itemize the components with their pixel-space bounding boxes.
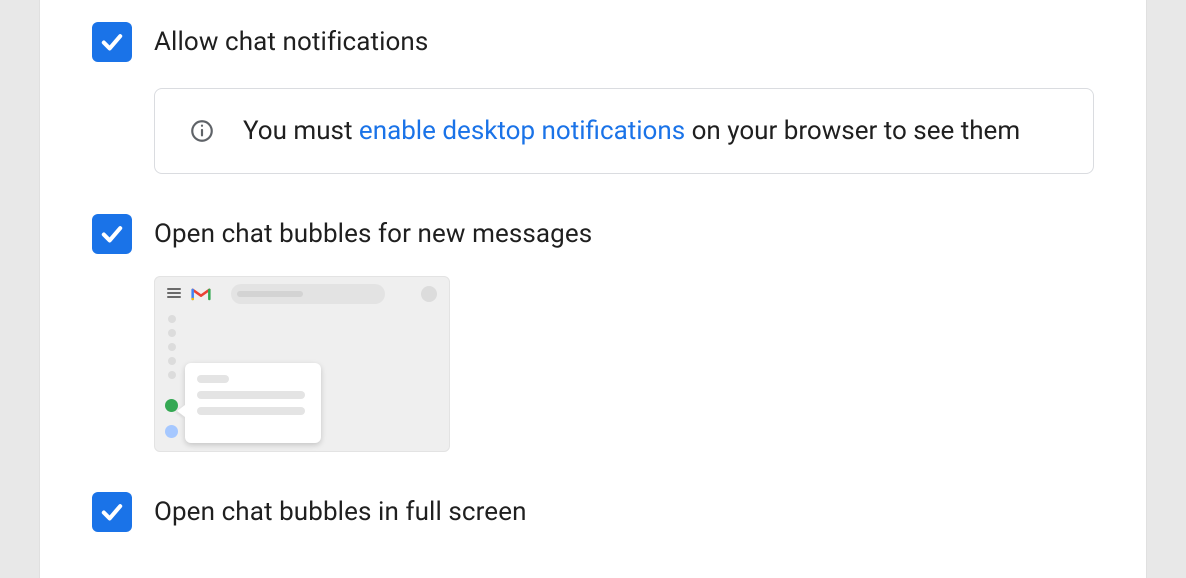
info-text-suffix: on your browser to see them xyxy=(685,116,1020,146)
check-icon xyxy=(98,28,126,56)
checkbox-allow-chat-notifications[interactable] xyxy=(92,22,132,62)
gmail-logo-icon xyxy=(191,286,211,302)
hamburger-icon xyxy=(167,292,181,294)
info-text: You must enable desktop notifications on… xyxy=(243,111,1020,151)
option-label: Allow chat notifications xyxy=(154,27,428,57)
checkbox-open-chat-bubbles-new[interactable] xyxy=(92,214,132,254)
option-label: Open chat bubbles in full screen xyxy=(154,497,527,527)
option-allow-chat-notifications: Allow chat notifications xyxy=(92,22,1094,62)
info-icon xyxy=(189,118,215,144)
settings-card: Allow chat notifications You must enable… xyxy=(39,0,1147,578)
checkbox-open-chat-bubbles-full[interactable] xyxy=(92,492,132,532)
chat-bubble-illustration xyxy=(154,276,450,452)
check-icon xyxy=(98,498,126,526)
desktop-notifications-info: You must enable desktop notifications on… xyxy=(154,88,1094,174)
enable-desktop-notifications-link[interactable]: enable desktop notifications xyxy=(359,116,685,146)
option-open-chat-bubbles-full: Open chat bubbles in full screen xyxy=(92,492,1094,532)
option-label: Open chat bubbles for new messages xyxy=(154,219,592,249)
check-icon xyxy=(98,220,126,248)
info-text-prefix: You must xyxy=(243,116,359,146)
option-open-chat-bubbles-new: Open chat bubbles for new messages xyxy=(92,214,1094,254)
